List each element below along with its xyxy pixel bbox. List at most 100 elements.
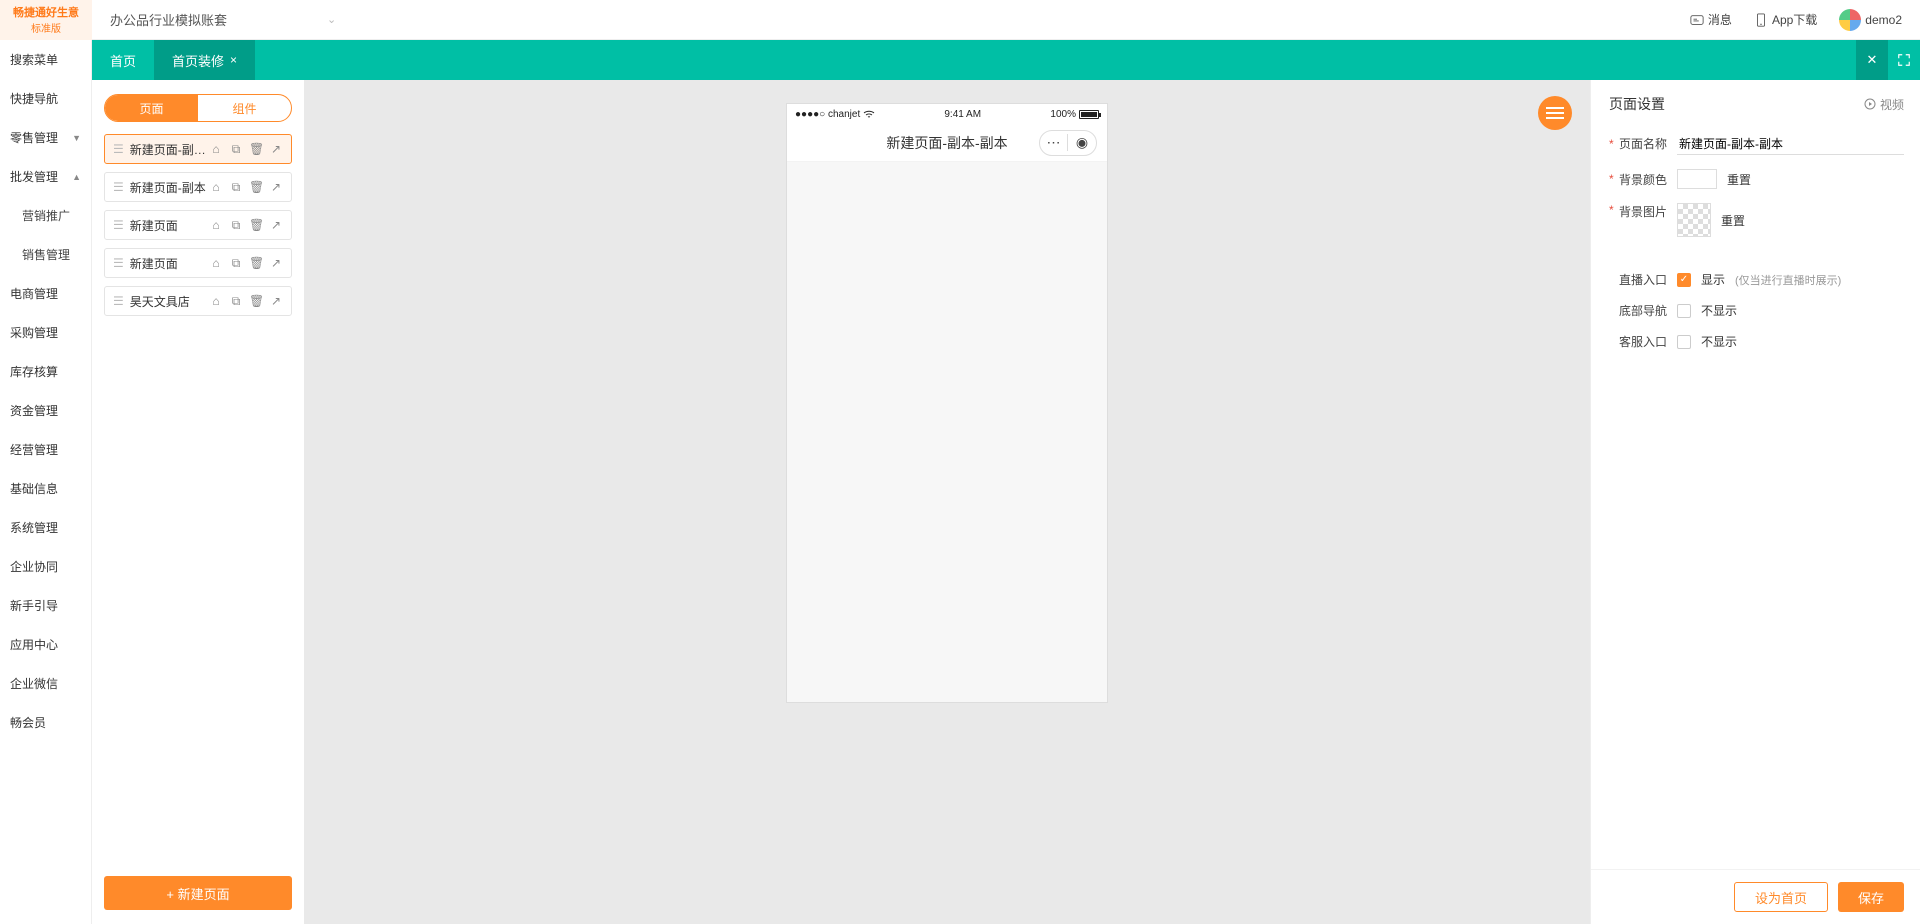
- drag-handle-icon[interactable]: ☰: [113, 256, 124, 270]
- share-icon[interactable]: ↗: [269, 180, 283, 195]
- phone-body[interactable]: [787, 162, 1107, 702]
- share-icon[interactable]: ↗: [269, 142, 283, 157]
- sidebar-item[interactable]: 销售管理: [0, 235, 91, 274]
- drag-handle-icon[interactable]: ☰: [113, 218, 124, 232]
- home-icon[interactable]: ⌂: [209, 294, 223, 309]
- page-row[interactable]: ☰新建页面-副本⌂⧉🗑↗: [104, 172, 292, 202]
- tab-strip-actions: ✕: [1856, 40, 1920, 80]
- delete-icon[interactable]: 🗑: [249, 218, 263, 233]
- live-hint: (仅当进行直播时展示): [1735, 272, 1841, 288]
- carrier-label: chanjet: [828, 109, 860, 120]
- sidebar-item[interactable]: 系统管理: [0, 508, 91, 547]
- page-row[interactable]: ☰ 新建页面⌂ ⧉ 🗑 ↗: [104, 210, 292, 240]
- sidebar-item[interactable]: 营销推广: [0, 196, 91, 235]
- copy-icon[interactable]: ⧉: [229, 294, 243, 309]
- phone-navbar: 新建页面-副本-副本 ⋯ ◉: [787, 124, 1107, 162]
- settings-panel: 页面设置 视频 * 页面名称 * 背景颜色 重置 * 背景图片 重置: [1590, 80, 1920, 924]
- home-icon[interactable]: ⌂: [209, 218, 223, 233]
- home-icon[interactable]: ⌂: [209, 142, 223, 157]
- bg-image-label: 背景图片: [1619, 203, 1677, 220]
- page-name-label: 页面名称: [1619, 135, 1677, 152]
- sidebar-item[interactable]: 批发管理▲: [0, 157, 91, 196]
- bg-color-label: 背景颜色: [1619, 171, 1677, 188]
- settings-heading: 页面设置: [1609, 94, 1665, 114]
- battery-icon: [1079, 110, 1099, 119]
- home-icon[interactable]: ⌂: [209, 256, 223, 271]
- sidebar-item[interactable]: 搜索菜单: [0, 40, 91, 79]
- drag-handle-icon[interactable]: ☰: [113, 142, 124, 156]
- bg-color-swatch[interactable]: [1677, 169, 1717, 189]
- copy-icon[interactable]: ⧉: [229, 256, 243, 271]
- sidebar-item[interactable]: 应用中心: [0, 625, 91, 664]
- canvas: ●●●●○ chanjet 9:41 AM 100% 新建页面-副本-副本 ⋯ …: [304, 80, 1590, 924]
- tab[interactable]: 首页: [92, 40, 154, 80]
- sidebar-item[interactable]: 库存核算: [0, 352, 91, 391]
- segment-component[interactable]: 组件: [198, 95, 291, 121]
- sidebar-item[interactable]: 资金管理: [0, 391, 91, 430]
- sidebar-item[interactable]: 基础信息: [0, 469, 91, 508]
- signal-icon: ●●●●○: [795, 109, 825, 120]
- brand-edition: 标准版: [31, 20, 61, 35]
- app-download-link[interactable]: App下载: [1754, 11, 1817, 28]
- capsule-close-icon[interactable]: ◉: [1068, 134, 1096, 151]
- copy-icon[interactable]: ⧉: [229, 218, 243, 233]
- delete-icon[interactable]: 🗑: [249, 294, 263, 309]
- sidebar-item[interactable]: 经营管理: [0, 430, 91, 469]
- sidebar-item[interactable]: 企业协同: [0, 547, 91, 586]
- bottom-nav-label: 底部导航: [1619, 302, 1677, 319]
- layers-fab[interactable]: [1538, 96, 1572, 130]
- share-icon[interactable]: ↗: [269, 294, 283, 309]
- page-row[interactable]: ☰新建页面-副本...⌂⧉🗑↗: [104, 134, 292, 164]
- bg-image-reset[interactable]: 重置: [1721, 212, 1745, 229]
- fullscreen-toggle[interactable]: [1888, 40, 1920, 80]
- share-icon[interactable]: ↗: [269, 218, 283, 233]
- live-show-checkbox[interactable]: ✓: [1677, 273, 1691, 287]
- work-area: 页面 组件 ☰新建页面-副本...⌂⧉🗑↗☰新建页面-副本⌂⧉🗑↗☰新建页面⌂⧉…: [92, 80, 1920, 924]
- drag-handle-icon[interactable]: ☰: [113, 180, 124, 194]
- share-icon[interactable]: ↗: [269, 256, 283, 271]
- page-name: 新建页面: [130, 217, 209, 234]
- sidebar-item[interactable]: 电商管理: [0, 274, 91, 313]
- sidebar-item[interactable]: 快捷导航: [0, 79, 91, 118]
- delete-icon[interactable]: 🗑: [249, 180, 263, 195]
- page-name-input[interactable]: [1677, 132, 1904, 155]
- service-entry-checkbox[interactable]: [1677, 335, 1691, 349]
- tab-close-all[interactable]: ✕: [1856, 40, 1888, 80]
- top-bar: 畅捷通好生意 标准版 办公品行业模拟账套 ⌄ 消息 App下载 demo2: [0, 0, 1920, 40]
- segment-page[interactable]: 页面: [105, 95, 198, 121]
- service-entry-label: 客服入口: [1619, 333, 1677, 350]
- home-icon[interactable]: ⌂: [209, 180, 223, 195]
- sidebar-item[interactable]: 企业微信: [0, 664, 91, 703]
- close-icon[interactable]: ×: [230, 53, 237, 67]
- tab[interactable]: 首页装修×: [154, 40, 255, 80]
- menu-icon: [1546, 112, 1564, 114]
- copy-icon[interactable]: ⧉: [229, 142, 243, 157]
- capsule-more-icon[interactable]: ⋯: [1040, 134, 1068, 151]
- bg-image-swatch[interactable]: [1677, 203, 1711, 237]
- drag-handle-icon[interactable]: ☰: [113, 294, 124, 308]
- messages-link[interactable]: 消息: [1690, 11, 1732, 28]
- delete-icon[interactable]: 🗑: [249, 142, 263, 157]
- save-button[interactable]: 保存: [1838, 882, 1904, 912]
- sidebar-item[interactable]: 畅会员: [0, 703, 91, 742]
- sidebar-item[interactable]: 零售管理▼: [0, 118, 91, 157]
- top-right: 消息 App下载 demo2: [1690, 9, 1920, 31]
- page-row[interactable]: ☰ 新建页面⌂ ⧉ 🗑 ↗: [104, 248, 292, 278]
- new-page-button[interactable]: + 新建页面: [104, 876, 292, 910]
- page-row[interactable]: ☰昊天文具店⌂⧉🗑↗: [104, 286, 292, 316]
- set-home-button[interactable]: 设为首页: [1734, 882, 1828, 912]
- sidebar-item[interactable]: 新手引导: [0, 586, 91, 625]
- user-menu[interactable]: demo2: [1839, 9, 1902, 31]
- account-selector[interactable]: 办公品行业模拟账套 ⌄: [110, 10, 336, 29]
- message-icon: [1690, 13, 1704, 27]
- page-list-panel: 页面 组件 ☰新建页面-副本...⌂⧉🗑↗☰新建页面-副本⌂⧉🗑↗☰新建页面⌂⧉…: [92, 80, 304, 924]
- account-selector-label: 办公品行业模拟账套: [110, 10, 227, 29]
- copy-icon[interactable]: ⧉: [229, 180, 243, 195]
- page-name: 新建页面: [130, 255, 209, 272]
- video-help-link[interactable]: 视频: [1864, 96, 1904, 113]
- bg-color-reset[interactable]: 重置: [1727, 171, 1751, 188]
- bottom-nav-checkbox[interactable]: [1677, 304, 1691, 318]
- sidebar-item[interactable]: 采购管理: [0, 313, 91, 352]
- chevron-down-icon: ▼: [72, 133, 81, 143]
- delete-icon[interactable]: 🗑: [249, 256, 263, 271]
